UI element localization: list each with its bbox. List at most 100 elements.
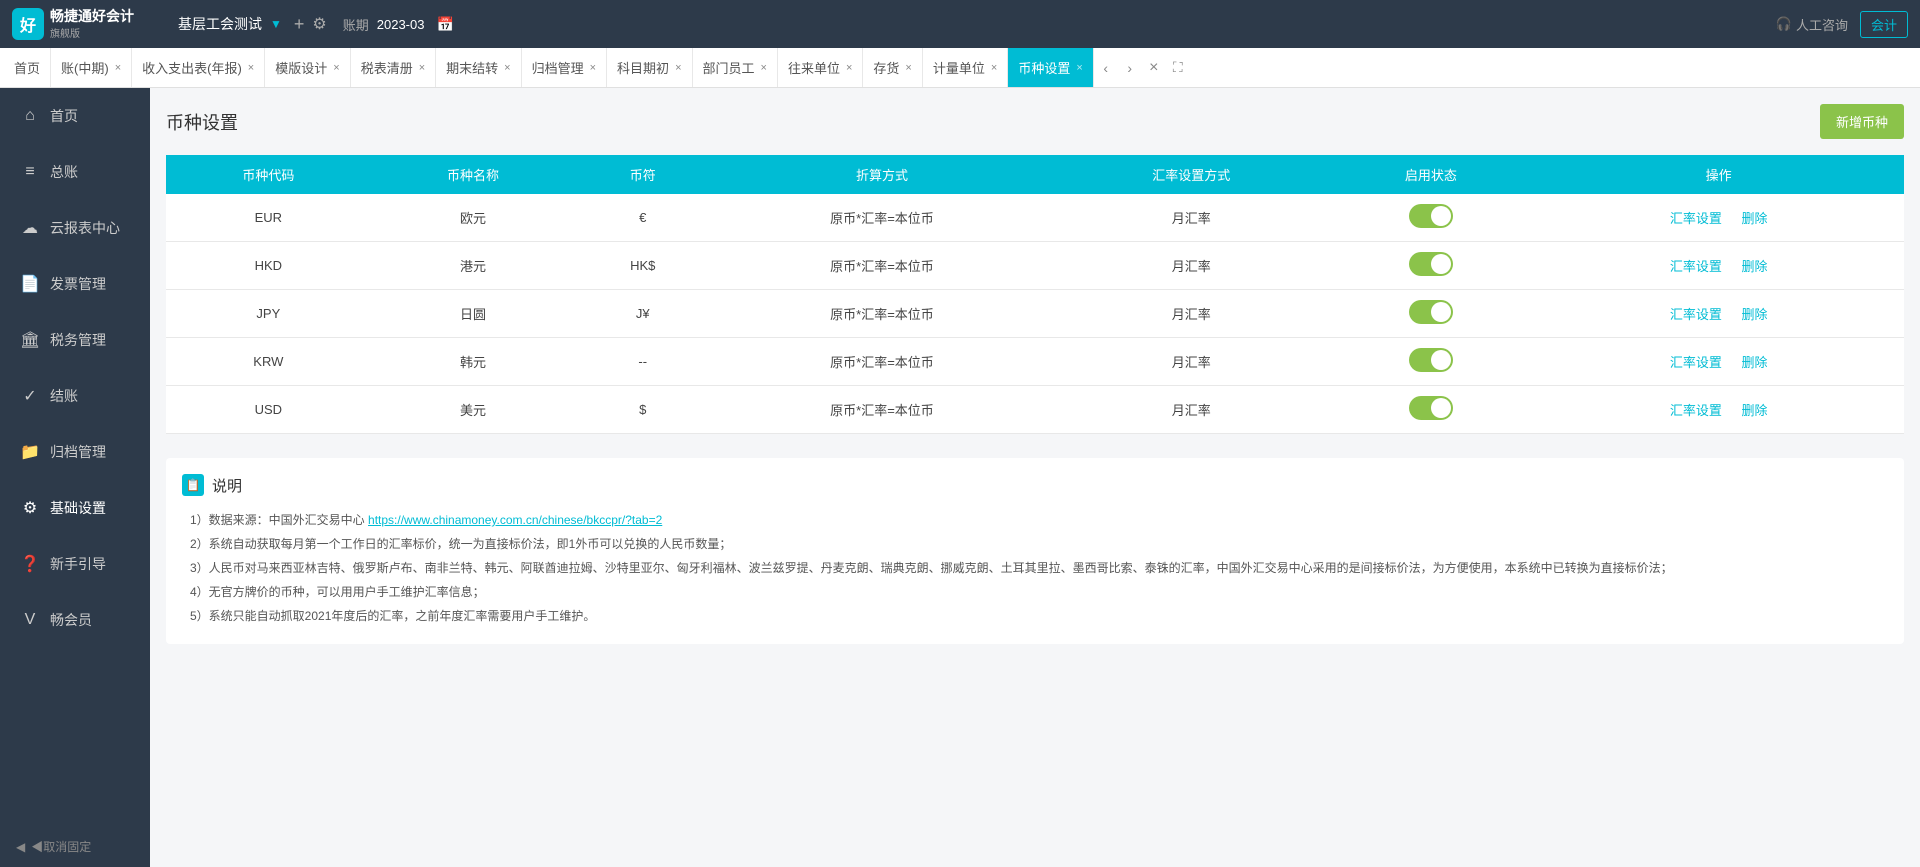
tab-income-close[interactable]: × [248,62,254,74]
tab-inventory[interactable]: 存货 × [863,48,922,88]
company-name[interactable]: 基层工会测试 [178,14,262,34]
toggle-enabled[interactable] [1409,204,1453,228]
tab-department[interactable]: 部门员工 × [693,48,778,88]
tab-subjects[interactable]: 科目期初 × [607,48,692,88]
sidebar-label-settings: 基础设置 [50,498,106,518]
cell-name: 美元 [371,386,576,434]
top-header: 好 畅捷通好会计 旗舰版 基层工会测试 ▼ + ⚙ 账期 2023-03 📅 🎧… [0,0,1920,48]
cell-actions: 汇率设置 删除 [1533,338,1904,386]
tab-subjects-close[interactable]: × [675,62,681,74]
sidebar-label-guide: 新手引导 [50,554,106,574]
member-icon: V [20,611,40,629]
tab-subjects-label: 科目期初 [617,58,669,77]
tab-income[interactable]: 收入支出表(年报) × [132,48,265,88]
tab-archive-label: 归档管理 [532,58,584,77]
delete-link[interactable]: 删除 [1741,355,1767,370]
tax-icon: 🏛 [20,330,40,350]
tab-mid-period[interactable]: 账(中期) × [51,48,132,88]
sidebar-pin-toggle[interactable]: ◀ ◀取消固定 [0,826,150,867]
sidebar-item-settings[interactable]: ⚙ 基础设置 [0,480,150,536]
tab-units-label: 计量单位 [933,58,985,77]
user-badge[interactable]: 会计 [1860,11,1908,38]
tab-inventory-close[interactable]: × [905,62,911,74]
cell-status [1329,194,1534,242]
tab-mid-period-close[interactable]: × [115,62,121,74]
tab-expand-button[interactable]: ⛶ [1166,48,1190,88]
tab-contacts-close[interactable]: × [846,62,852,74]
company-dropdown-icon[interactable]: ▼ [270,17,282,31]
table-row: KRW 韩元 -- 原币*汇率=本位币 月汇率 汇率设置 删除 [166,338,1904,386]
sidebar-item-invoice[interactable]: 📄 发票管理 [0,256,150,312]
tab-department-close[interactable]: × [761,62,767,74]
tab-contacts[interactable]: 往来单位 × [778,48,863,88]
page-title: 币种设置 [166,109,238,135]
sidebar-item-cloud[interactable]: ☁ 云报表中心 [0,200,150,256]
sidebar-item-tax[interactable]: 🏛 税务管理 [0,312,150,368]
tab-next-button[interactable]: › [1118,48,1142,88]
rate-setting-link[interactable]: 汇率设置 [1670,355,1722,370]
tab-home[interactable]: 首页 [4,48,51,88]
settings-icon[interactable]: ⚙ [312,14,326,34]
sidebar-item-guide[interactable]: ❓ 新手引导 [0,536,150,592]
support-button[interactable]: 🎧 人工咨询 [1776,15,1848,34]
notice-item: 5）系统只能自动抓取2021年度后的汇率，之前年度汇率需要用户手工维护。 [182,604,1888,628]
rate-setting-link[interactable]: 汇率设置 [1670,403,1722,418]
tab-units-close[interactable]: × [991,62,997,74]
notice-section: 📋 说明 1）数据来源：中国外汇交易中心 https://www.chinamo… [166,458,1904,644]
cell-name: 港元 [371,242,576,290]
rate-setting-link[interactable]: 汇率设置 [1670,307,1722,322]
sidebar-label-settle: 结账 [50,386,78,406]
toggle-enabled[interactable] [1409,348,1453,372]
tab-home-label: 首页 [14,58,40,77]
sidebar-label-tax: 税务管理 [50,330,106,350]
tab-period-end[interactable]: 期末结转 × [436,48,521,88]
sidebar-item-archive[interactable]: 📁 归档管理 [0,424,150,480]
rate-setting-link[interactable]: 汇率设置 [1670,259,1722,274]
cell-code: EUR [166,194,371,242]
sidebar-label-home: 首页 [50,106,78,126]
header-right: 🎧 人工咨询 会计 [1776,11,1908,38]
notice-link[interactable]: https://www.chinamoney.com.cn/chinese/bk… [368,513,662,527]
cell-status [1329,242,1534,290]
col-method: 折算方式 [710,155,1054,194]
tab-currency[interactable]: 币种设置 × [1008,48,1093,88]
guide-icon: ❓ [20,554,40,574]
tab-currency-close[interactable]: × [1076,62,1082,74]
tab-prev-button[interactable]: ‹ [1094,48,1118,88]
cell-rate-method: 月汇率 [1054,242,1329,290]
cell-name: 欧元 [371,194,576,242]
rate-setting-link[interactable]: 汇率设置 [1670,211,1722,226]
tab-archive[interactable]: 归档管理 × [522,48,607,88]
toggle-enabled[interactable] [1409,396,1453,420]
delete-link[interactable]: 删除 [1741,403,1767,418]
tab-tax-close[interactable]: × [419,62,425,74]
tab-template-close[interactable]: × [333,62,339,74]
sidebar-item-settle[interactable]: ✓ 结账 [0,368,150,424]
sidebar-item-member[interactable]: V 畅会员 [0,592,150,648]
add-company-button[interactable]: + [294,14,305,35]
toggle-enabled[interactable] [1409,300,1453,324]
tab-period-end-close[interactable]: × [504,62,510,74]
sidebar-label-member: 畅会员 [50,610,92,630]
cell-symbol: € [575,194,710,242]
tab-archive-close[interactable]: × [590,62,596,74]
cell-symbol: J¥ [575,290,710,338]
cloud-icon: ☁ [20,218,40,238]
tab-close-all-button[interactable]: × [1142,48,1166,88]
cell-code: KRW [166,338,371,386]
tab-template[interactable]: 模版设计 × [265,48,350,88]
new-currency-button[interactable]: 新增币种 [1820,104,1904,139]
headset-icon: 🎧 [1776,16,1792,32]
tab-tax[interactable]: 税表清册 × [351,48,436,88]
calendar-icon[interactable]: 📅 [436,16,453,33]
notice-item: 3）人民币对马来西亚林吉特、俄罗斯卢布、南非兰特、韩元、阿联酋迪拉姆、沙特里亚尔… [182,556,1888,580]
cell-code: USD [166,386,371,434]
toggle-enabled[interactable] [1409,252,1453,276]
delete-link[interactable]: 删除 [1741,259,1767,274]
delete-link[interactable]: 删除 [1741,307,1767,322]
delete-link[interactable]: 删除 [1741,211,1767,226]
sidebar-item-home[interactable]: ⌂ 首页 [0,88,150,144]
tab-units[interactable]: 计量单位 × [923,48,1008,88]
header-center: 基层工会测试 ▼ + ⚙ 账期 2023-03 📅 [162,14,1776,35]
sidebar-item-ledger[interactable]: ≡ 总账 [0,144,150,200]
